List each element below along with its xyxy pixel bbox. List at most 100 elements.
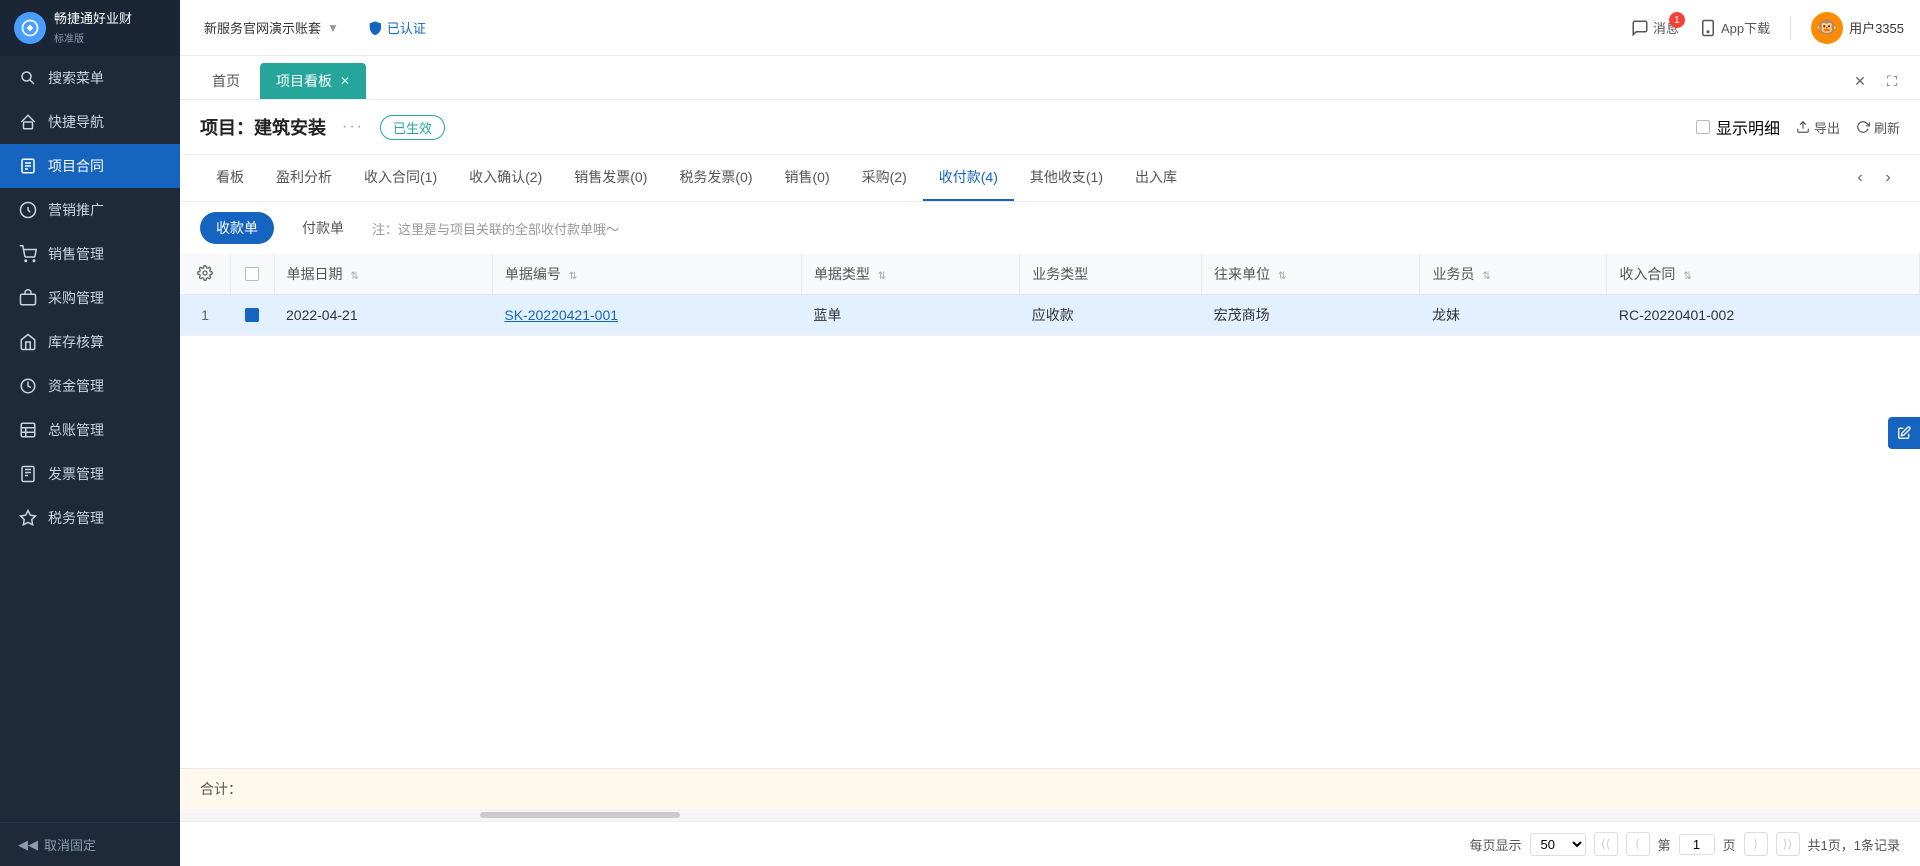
subtab-kanban[interactable]: 看板 bbox=[200, 155, 260, 201]
topbar: 新服务官网演示账套 ▼ 已认证 消息 1 App下载 🐵 bbox=[180, 0, 1920, 56]
chevron-down-icon: ▼ bbox=[327, 21, 339, 35]
content-area: 项目： 建筑安装 ··· 已生效 显示明细 导出 刷新 看 bbox=[180, 100, 1920, 866]
payments-filter-btn[interactable]: 付款单 bbox=[286, 212, 360, 244]
table-header-row: 单据日期 ⇅ 单据编号 ⇅ 单据类型 ⇅ 业务类型 bbox=[180, 254, 1920, 295]
tab-close-icon[interactable]: ✕ bbox=[340, 74, 350, 88]
col-checkbox[interactable] bbox=[230, 254, 274, 295]
sidebar-item-ledger[interactable]: 总账管理 bbox=[0, 408, 180, 452]
sidebar-item-project[interactable]: 项目合同 bbox=[0, 144, 180, 188]
sidebar-item-inventory[interactable]: 库存核算 bbox=[0, 320, 180, 364]
table-row[interactable]: 1 2022-04-21 SK-20220421-001 蓝单 应收款 宏茂商场… bbox=[180, 295, 1920, 336]
sidebar-item-purchase[interactable]: 采购管理 bbox=[0, 276, 180, 320]
subtab-purchase[interactable]: 采购(2) bbox=[846, 155, 923, 201]
sort-icon: ⇅ bbox=[569, 271, 577, 282]
project-status-badge: 已生效 bbox=[380, 115, 445, 140]
col-date[interactable]: 单据日期 ⇅ bbox=[274, 254, 492, 295]
scroll-thumb[interactable] bbox=[480, 812, 680, 818]
receipts-filter-btn[interactable]: 收款单 bbox=[200, 212, 274, 244]
subtab-payment[interactable]: 收付款(4) bbox=[923, 155, 1014, 201]
prev-page-btn[interactable]: ⟨ bbox=[1626, 832, 1650, 856]
app-name: 畅捷通好业财 bbox=[54, 11, 132, 28]
tab-project-board[interactable]: 项目看板 ✕ bbox=[260, 63, 366, 99]
message-icon bbox=[1631, 19, 1649, 37]
account-selector[interactable]: 新服务官网演示账套 ▼ bbox=[196, 14, 347, 41]
sort-icon: ⇅ bbox=[878, 271, 886, 282]
sidebar-cancel-fixed[interactable]: ◀◀ 取消固定 bbox=[0, 822, 180, 866]
display-detail-checkbox[interactable] bbox=[1696, 120, 1710, 134]
select-all-checkbox[interactable] bbox=[245, 267, 259, 281]
display-detail-toggle[interactable]: 显示明细 bbox=[1696, 115, 1780, 139]
page-suffix: 页 bbox=[1723, 835, 1736, 854]
cell-checkbox[interactable] bbox=[230, 295, 274, 336]
subtab-tax-invoice[interactable]: 税务发票(0) bbox=[663, 155, 768, 201]
sidebar-item-finance[interactable]: 资金管理 bbox=[0, 364, 180, 408]
app-logo bbox=[14, 12, 46, 44]
col-salesperson[interactable]: 业务员 ⇅ bbox=[1420, 254, 1607, 295]
col-number[interactable]: 单据编号 ⇅ bbox=[492, 254, 801, 295]
sidebar-label-tax: 税务管理 bbox=[48, 508, 104, 528]
record-number-link[interactable]: SK-20220421-001 bbox=[504, 307, 618, 323]
per-page-select[interactable]: 10 20 50 100 bbox=[1530, 833, 1586, 856]
export-button[interactable]: 导出 bbox=[1796, 118, 1840, 137]
invoice-icon bbox=[18, 464, 38, 484]
messages-button[interactable]: 消息 1 bbox=[1631, 18, 1679, 37]
sidebar-label-project: 项目合同 bbox=[48, 156, 104, 176]
tab-home-label: 首页 bbox=[212, 71, 240, 91]
topbar-right: 消息 1 App下载 🐵 用户3355 bbox=[1631, 12, 1904, 44]
cell-type: 蓝单 bbox=[801, 295, 1019, 336]
subtab-sales[interactable]: 销售(0) bbox=[769, 155, 846, 201]
page-label: 第 bbox=[1658, 835, 1671, 854]
cell-number[interactable]: SK-20220421-001 bbox=[492, 295, 801, 336]
page-input[interactable] bbox=[1679, 834, 1715, 855]
sort-icon: ⇅ bbox=[1683, 271, 1691, 282]
app-download-label: App下载 bbox=[1721, 18, 1770, 37]
purchase-icon bbox=[18, 288, 38, 308]
sub-tab-prev-btn[interactable]: ‹ bbox=[1848, 166, 1872, 190]
first-page-btn[interactable]: ⟨⟨ bbox=[1594, 832, 1618, 856]
subtab-sales-invoice[interactable]: 销售发票(0) bbox=[558, 155, 663, 201]
table-total: 合计： bbox=[180, 768, 1920, 809]
col-gear[interactable] bbox=[180, 254, 230, 295]
sidebar-item-nav[interactable]: 快捷导航 bbox=[0, 100, 180, 144]
sidebar-item-sales[interactable]: 销售管理 bbox=[0, 232, 180, 276]
row-checkbox[interactable] bbox=[245, 308, 259, 322]
sub-tab-next-btn[interactable]: › bbox=[1876, 166, 1900, 190]
subtab-income-contract[interactable]: 收入合同(1) bbox=[348, 155, 453, 201]
edit-icon bbox=[1896, 425, 1912, 441]
subtab-inout[interactable]: 出入库 bbox=[1119, 155, 1193, 201]
subtab-other[interactable]: 其他收支(1) bbox=[1014, 155, 1119, 201]
col-type[interactable]: 单据类型 ⇅ bbox=[801, 254, 1019, 295]
subtab-income-confirm[interactable]: 收入确认(2) bbox=[453, 155, 558, 201]
search-icon bbox=[18, 68, 38, 88]
col-contract[interactable]: 收入合同 ⇅ bbox=[1607, 254, 1920, 295]
project-more-button[interactable]: ··· bbox=[342, 118, 364, 136]
tab-close-button[interactable]: ✕ bbox=[1848, 69, 1872, 93]
sidebar-item-tax[interactable]: 税务管理 bbox=[0, 496, 180, 540]
per-page-label: 每页显示 bbox=[1469, 835, 1521, 854]
sidebar-label-purchase: 采购管理 bbox=[48, 288, 104, 308]
project-label: 项目： bbox=[200, 114, 254, 140]
last-page-btn[interactable]: ⟩⟩ bbox=[1776, 832, 1800, 856]
refresh-label: 刷新 bbox=[1874, 118, 1900, 137]
user-info[interactable]: 🐵 用户3355 bbox=[1811, 12, 1904, 44]
sidebar-label-finance: 资金管理 bbox=[48, 376, 104, 396]
cell-date: 2022-04-21 bbox=[274, 295, 492, 336]
next-page-btn[interactable]: ⟩ bbox=[1744, 832, 1768, 856]
cell-salesperson: 龙妹 bbox=[1420, 295, 1607, 336]
tab-expand-button[interactable]: ⛶ bbox=[1880, 69, 1904, 93]
subtab-profit[interactable]: 盈利分析 bbox=[260, 155, 348, 201]
verified-badge: 已认证 bbox=[367, 18, 426, 37]
sidebar-item-search[interactable]: 搜索菜单 bbox=[0, 56, 180, 100]
col-partner[interactable]: 往来单位 ⇅ bbox=[1202, 254, 1420, 295]
sidebar-item-marketing[interactable]: 营销推广 bbox=[0, 188, 180, 232]
phone-icon bbox=[1699, 19, 1717, 37]
fab-right-button[interactable] bbox=[1888, 417, 1920, 449]
refresh-button[interactable]: 刷新 bbox=[1856, 118, 1900, 137]
sidebar-item-invoice[interactable]: 发票管理 bbox=[0, 452, 180, 496]
filter-row: 收款单 付款单 注：这里是与项目关联的全部收付款单哦～ bbox=[180, 202, 1920, 254]
project-header: 项目： 建筑安装 ··· 已生效 显示明细 导出 刷新 bbox=[180, 100, 1920, 155]
app-download-button[interactable]: App下载 bbox=[1699, 18, 1770, 37]
sidebar-label-ledger: 总账管理 bbox=[48, 420, 104, 440]
tab-home[interactable]: 首页 bbox=[196, 63, 256, 99]
table-container: 单据日期 ⇅ 单据编号 ⇅ 单据类型 ⇅ 业务类型 bbox=[180, 254, 1920, 768]
